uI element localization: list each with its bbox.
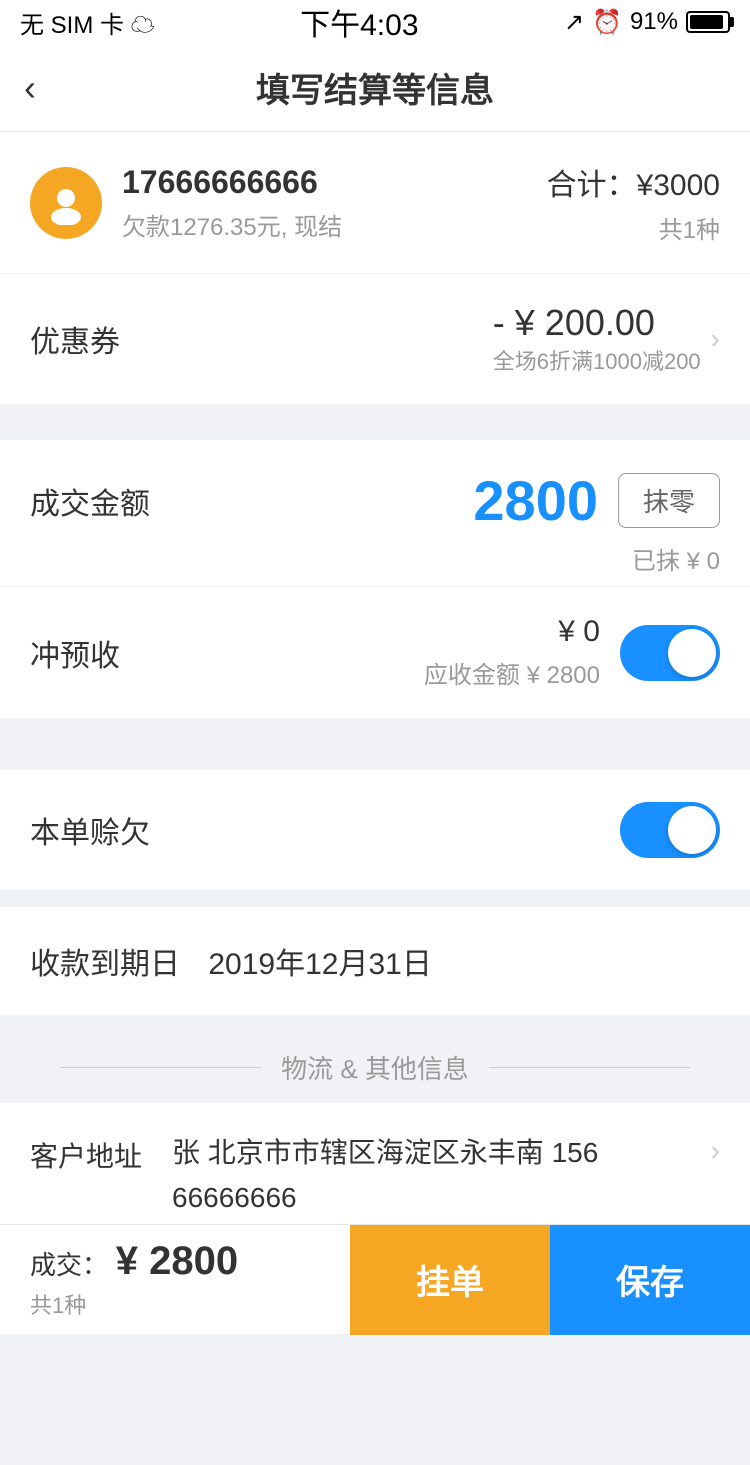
logistics-hr-right	[489, 1067, 690, 1068]
alarm-icon: ⏰	[592, 8, 622, 37]
battery-fill	[690, 15, 723, 29]
due-date-row: 收款到期日 2019年12月31日	[0, 906, 750, 1015]
coupon-desc: 全场6折满1000减200	[493, 344, 701, 376]
user-left: 17666666666 欠款1276.35元, 现结	[30, 164, 342, 242]
user-right: 合计：¥3000 共1种	[547, 160, 720, 245]
back-button[interactable]: ‹	[24, 67, 36, 109]
status-left: 无 SIM 卡 ☁	[20, 5, 155, 40]
due-date-value: 2019年12月31日	[208, 948, 431, 981]
location-icon: ↗	[564, 8, 584, 37]
user-total: 合计：¥3000	[547, 160, 720, 204]
gray-separator-2	[0, 734, 750, 754]
address-label: 客户地址	[30, 1135, 142, 1175]
amount-row: 成交金额 2800 抹零	[30, 468, 720, 533]
hold-button[interactable]: 挂单	[350, 1225, 550, 1335]
coupon-amount: - ¥ 200.00	[493, 302, 701, 344]
coupon-row[interactable]: 优惠券 - ¥ 200.00 全场6折满1000减200 ›	[0, 273, 750, 404]
gray-separator-1	[0, 420, 750, 440]
address-chevron-icon: ›	[711, 1135, 720, 1167]
prepay-label: 冲预收	[30, 631, 120, 675]
user-phone: 17666666666	[122, 164, 342, 201]
toggle-knob	[668, 629, 716, 677]
status-right: ↗ ⏰ 91%	[564, 8, 730, 37]
round-button[interactable]: 抹零	[618, 473, 720, 528]
coupon-chevron-icon: ›	[711, 323, 720, 355]
coupon-info: - ¥ 200.00 全场6折满1000减200	[493, 302, 701, 376]
status-time: 下午4:03	[300, 0, 418, 44]
save-button[interactable]: 保存	[550, 1225, 750, 1335]
page-title: 填写结算等信息	[256, 63, 494, 112]
battery-label: 91%	[630, 8, 678, 36]
status-bar: 无 SIM 卡 ☁ 下午4:03 ↗ ⏰ 91%	[0, 0, 750, 44]
amount-number: 2800	[473, 468, 598, 533]
debt-toggle-knob	[668, 806, 716, 854]
bottom-deal-amount: ¥ 2800	[116, 1239, 238, 1283]
user-row: 17666666666 欠款1276.35元, 现结 合计：¥3000 共1种	[0, 132, 750, 273]
prepay-right: ¥ 0 应收金额 ¥ 2800	[424, 615, 720, 690]
user-info-section: 17666666666 欠款1276.35元, 现结 合计：¥3000 共1种 …	[0, 132, 750, 404]
logistics-text: 物流 & 其他信息	[281, 1049, 469, 1086]
due-date-label: 收款到期日	[30, 948, 180, 981]
user-info-text: 17666666666 欠款1276.35元, 现结	[122, 164, 342, 242]
prepay-row: 冲预收 ¥ 0 应收金额 ¥ 2800	[0, 586, 750, 718]
bottom-summary: 成交： ¥ 2800 共1种	[0, 1239, 350, 1320]
logistics-divider: 物流 & 其他信息	[0, 1031, 750, 1103]
sim-label: 无 SIM 卡 ☁	[20, 5, 155, 40]
logistics-line: 物流 & 其他信息	[0, 1049, 750, 1086]
address-value: 张 北京市市辖区海淀区永丰南 156 66666666	[172, 1131, 711, 1221]
bottom-deal-label: 成交：	[30, 1250, 108, 1280]
prepay-receivable: 应收金额 ¥ 2800	[424, 655, 600, 690]
user-debt: 欠款1276.35元, 现结	[122, 207, 342, 242]
coupon-right: - ¥ 200.00 全场6折满1000减200 ›	[493, 302, 720, 376]
logistics-hr-left	[60, 1067, 261, 1068]
prepay-text: ¥ 0 应收金额 ¥ 2800	[424, 615, 600, 690]
debt-toggle[interactable]	[620, 802, 720, 858]
avatar-icon	[44, 181, 88, 225]
bottom-bar: 成交： ¥ 2800 共1种 挂单 保存	[0, 1224, 750, 1334]
amount-section: 成交金额 2800 抹零 已抹 ¥ 0 冲预收 ¥ 0 应收金额 ¥ 2800	[0, 440, 750, 718]
battery-icon	[686, 11, 730, 33]
nav-bar: ‹ 填写结算等信息	[0, 44, 750, 132]
amount-value-area: 2800 抹零	[473, 468, 720, 533]
avatar	[30, 167, 102, 239]
amount-label: 成交金额	[30, 479, 150, 523]
prepay-amount: ¥ 0	[424, 615, 600, 649]
debt-row: 本单赊欠	[0, 770, 750, 890]
prepay-toggle[interactable]	[620, 625, 720, 681]
amount-sub: 已抹 ¥ 0	[30, 541, 720, 576]
coupon-label: 优惠券	[30, 317, 120, 361]
debt-label: 本单赊欠	[30, 808, 150, 852]
bottom-deal-line: 成交： ¥ 2800	[30, 1239, 320, 1284]
bottom-count: 共1种	[30, 1288, 320, 1320]
user-count: 共1种	[547, 210, 720, 245]
